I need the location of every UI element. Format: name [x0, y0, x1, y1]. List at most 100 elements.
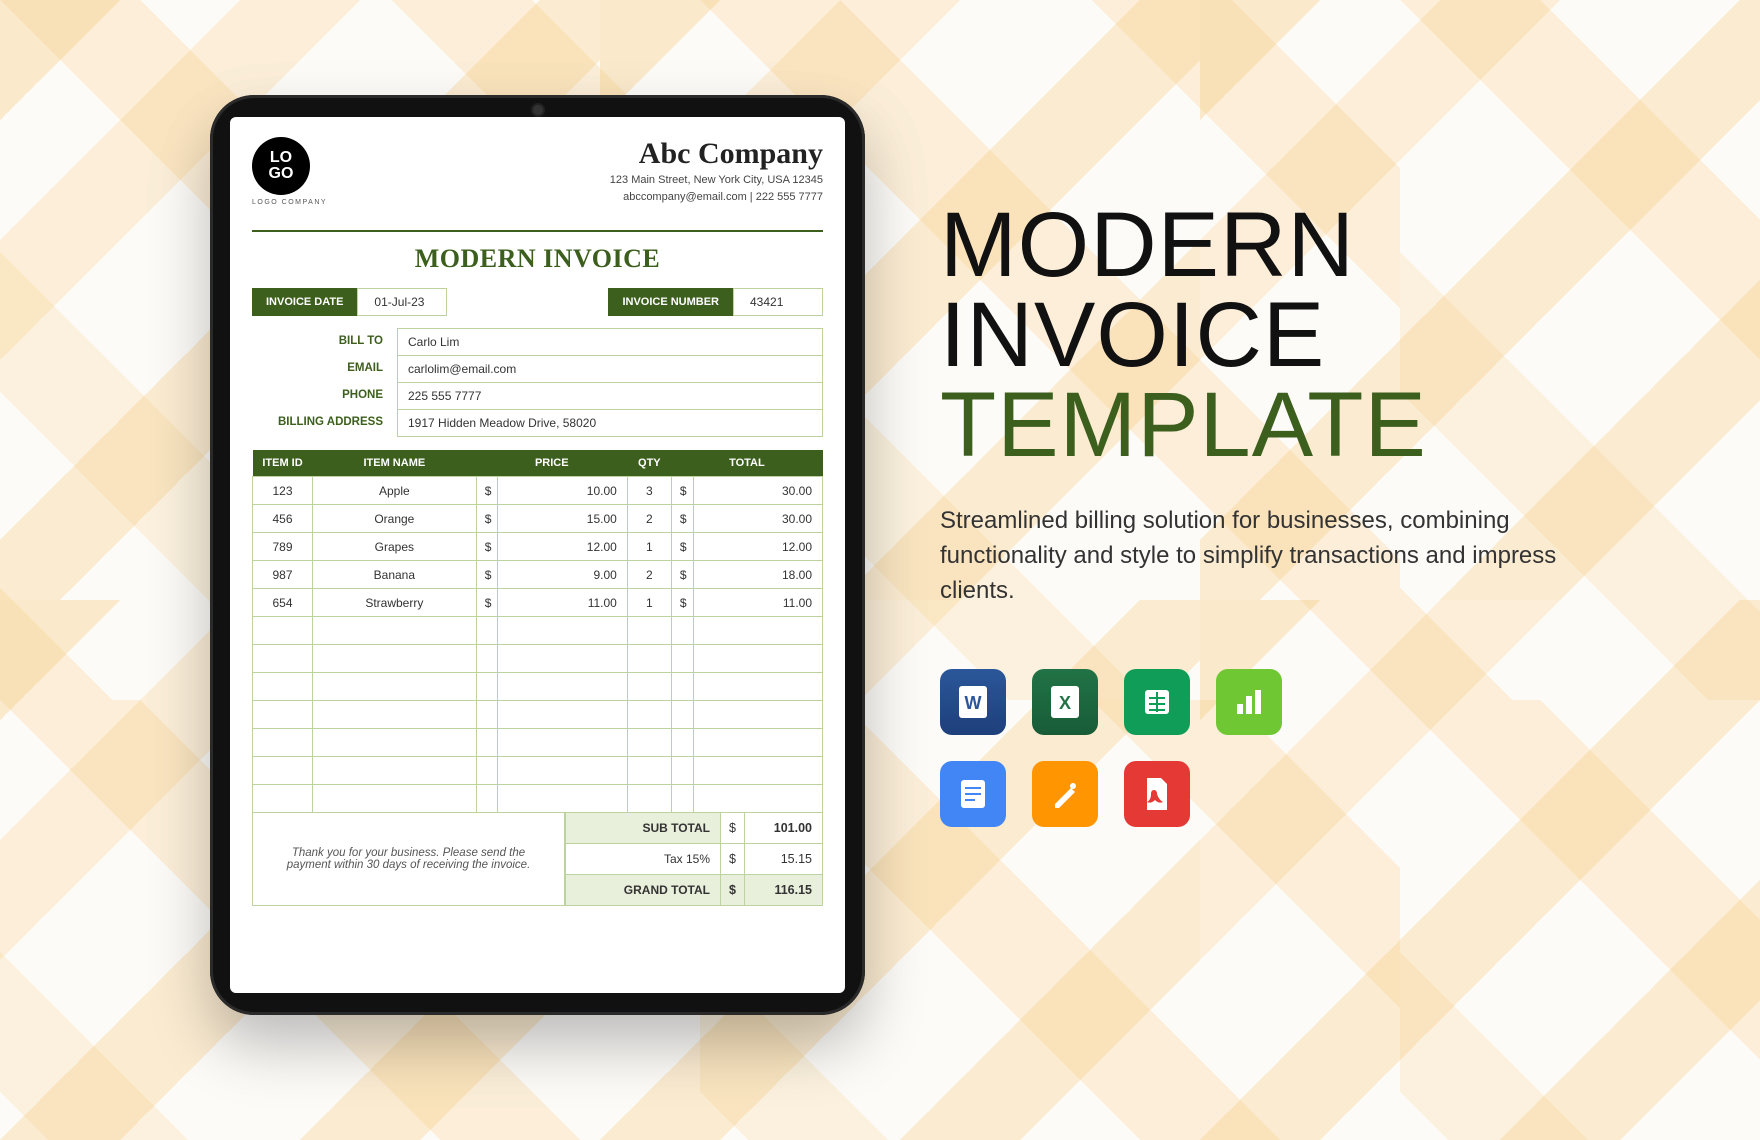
cell-price: 15.00 — [498, 505, 627, 533]
logo-bottom: GO — [269, 166, 294, 182]
word-icon: W — [940, 669, 1006, 735]
th-item-id: ITEM ID — [253, 450, 313, 477]
th-total: TOTAL — [671, 450, 822, 477]
invoice-date-label: INVOICE DATE — [252, 288, 357, 316]
tax-currency: $ — [721, 844, 745, 875]
billing-address-label: BILLING ADDRESS — [252, 409, 397, 436]
cell-price-currency: $ — [476, 561, 498, 589]
svg-text:X: X — [1059, 693, 1071, 713]
invoice-number-box: INVOICE NUMBER 43421 — [608, 288, 823, 316]
table-row: 789Grapes$12.001$12.00 — [253, 533, 823, 561]
cell-price-currency: $ — [476, 505, 498, 533]
company-address: 123 Main Street, New York City, USA 1234… — [610, 173, 823, 188]
grand-total-label: GRAND TOTAL — [565, 875, 721, 906]
cell-total-currency: $ — [671, 505, 693, 533]
cell-name: Grapes — [313, 533, 477, 561]
cell-total-currency: $ — [671, 589, 693, 617]
google-docs-icon — [940, 761, 1006, 827]
cell-total: 30.00 — [693, 477, 822, 505]
cell-price: 9.00 — [498, 561, 627, 589]
tablet-mockup: LO GO LOGO COMPANY Abc Company 123 Main … — [210, 95, 865, 1015]
phone-label: PHONE — [252, 382, 397, 409]
tax-label: Tax 15% — [565, 844, 721, 875]
cell-id: 654 — [253, 589, 313, 617]
cell-total-currency: $ — [671, 561, 693, 589]
subtotal-currency: $ — [721, 813, 745, 844]
billing-address-value: 1917 Hidden Meadow Drive, 58020 — [397, 409, 823, 437]
company-name: Abc Company — [610, 137, 823, 171]
cell-id: 987 — [253, 561, 313, 589]
headline-line-1: MODERN — [940, 200, 1660, 290]
table-row-empty — [253, 617, 823, 645]
headline-line-2: INVOICE — [940, 290, 1660, 380]
invoice-date-value: 01-Jul-23 — [357, 288, 447, 316]
cell-qty: 1 — [627, 533, 671, 561]
cell-name: Strawberry — [313, 589, 477, 617]
cell-qty: 1 — [627, 589, 671, 617]
cell-qty: 2 — [627, 505, 671, 533]
svg-text:W: W — [965, 693, 982, 713]
table-row-empty — [253, 645, 823, 673]
format-icons: W X — [940, 669, 1320, 827]
cell-price-currency: $ — [476, 533, 498, 561]
cell-price: 11.00 — [498, 589, 627, 617]
table-row-empty — [253, 757, 823, 785]
google-sheets-icon — [1124, 669, 1190, 735]
logo: LO GO LOGO COMPANY — [252, 137, 327, 206]
table-row-empty — [253, 673, 823, 701]
grand-total-value: 116.15 — [745, 875, 823, 906]
camera-icon — [533, 105, 543, 115]
email-label: EMAIL — [252, 355, 397, 382]
invoice-number-label: INVOICE NUMBER — [608, 288, 733, 316]
table-row: 987Banana$9.002$18.00 — [253, 561, 823, 589]
invoice-number-value: 43421 — [733, 288, 823, 316]
cell-total: 12.00 — [693, 533, 822, 561]
invoice-title: MODERN INVOICE — [230, 232, 845, 288]
invoice-date-box: INVOICE DATE 01-Jul-23 — [252, 288, 447, 316]
cell-price-currency: $ — [476, 477, 498, 505]
table-row: 456Orange$15.002$30.00 — [253, 505, 823, 533]
logo-top: LO — [269, 150, 294, 166]
table-row-empty — [253, 729, 823, 757]
excel-icon: X — [1032, 669, 1098, 735]
headline-line-3: TEMPLATE — [940, 380, 1660, 470]
phone-value: 225 555 7777 — [397, 382, 823, 410]
table-row: 654Strawberry$11.001$11.00 — [253, 589, 823, 617]
logo-circle-icon: LO GO — [252, 137, 310, 195]
cell-id: 123 — [253, 477, 313, 505]
cell-id: 789 — [253, 533, 313, 561]
cell-total: 11.00 — [693, 589, 822, 617]
cell-id: 456 — [253, 505, 313, 533]
cell-name: Orange — [313, 505, 477, 533]
cell-total-currency: $ — [671, 477, 693, 505]
cell-total: 18.00 — [693, 561, 822, 589]
table-row: 123Apple$10.003$30.00 — [253, 477, 823, 505]
cell-price-currency: $ — [476, 589, 498, 617]
cell-price: 12.00 — [498, 533, 627, 561]
promo-description: Streamlined billing solution for busines… — [940, 504, 1580, 608]
th-qty: QTY — [627, 450, 671, 477]
cell-qty: 2 — [627, 561, 671, 589]
bill-to-label: BILL TO — [252, 328, 397, 355]
th-item-name: ITEM NAME — [313, 450, 477, 477]
items-table: ITEM ID ITEM NAME PRICE QTY TOTAL 123App… — [252, 450, 823, 813]
subtotal-value: 101.00 — [745, 813, 823, 844]
bill-to-value: Carlo Lim — [397, 328, 823, 356]
numbers-icon — [1216, 669, 1282, 735]
logo-caption: LOGO COMPANY — [252, 199, 327, 206]
cell-total: 30.00 — [693, 505, 822, 533]
pdf-icon — [1124, 761, 1190, 827]
table-row-empty — [253, 701, 823, 729]
email-value: carlolim@email.com — [397, 355, 823, 383]
company-contact: abccompany@email.com | 222 555 7777 — [610, 190, 823, 205]
pages-icon — [1032, 761, 1098, 827]
cell-name: Banana — [313, 561, 477, 589]
cell-name: Apple — [313, 477, 477, 505]
cell-qty: 3 — [627, 477, 671, 505]
table-row-empty — [253, 785, 823, 813]
cell-total-currency: $ — [671, 533, 693, 561]
grand-currency: $ — [721, 875, 745, 906]
cell-price: 10.00 — [498, 477, 627, 505]
thank-you-note: Thank you for your business. Please send… — [252, 813, 565, 906]
invoice-document: LO GO LOGO COMPANY Abc Company 123 Main … — [230, 117, 845, 993]
